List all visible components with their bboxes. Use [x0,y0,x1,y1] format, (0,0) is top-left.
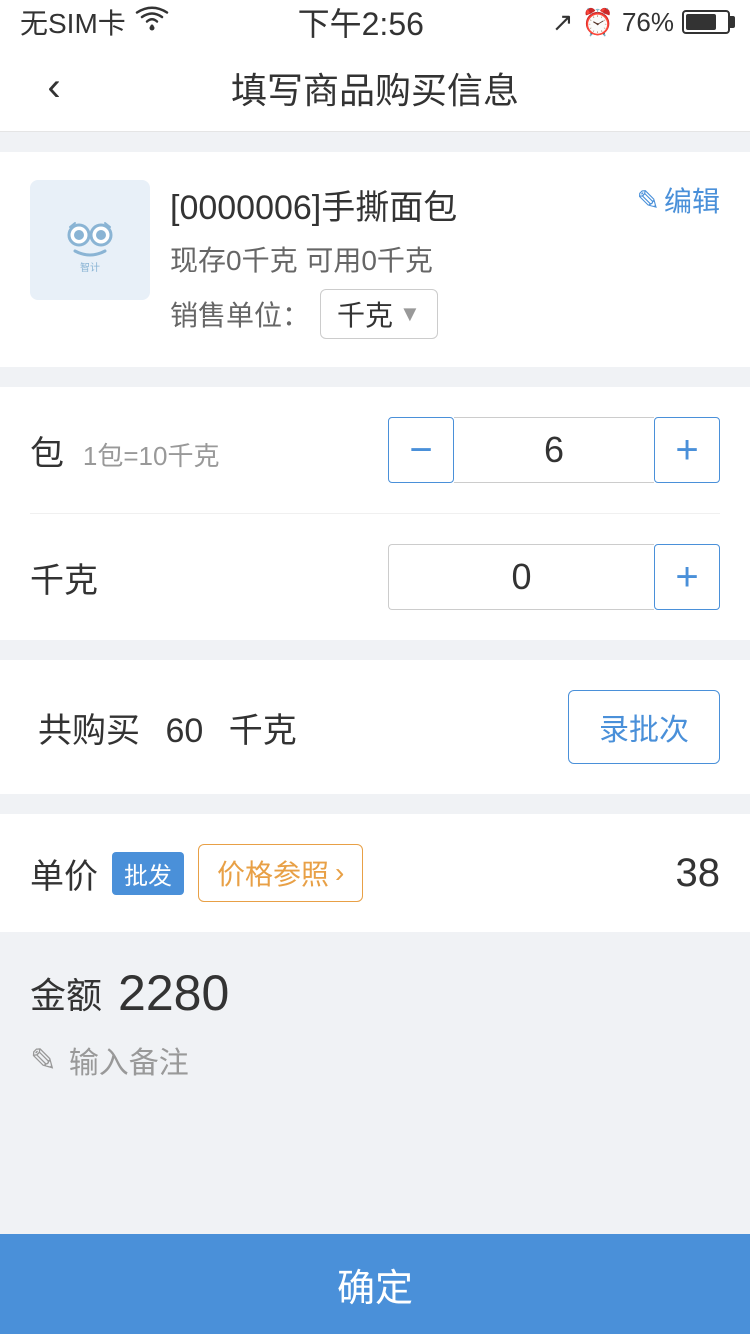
amount-label: 金额 [30,967,102,1019]
product-name: [0000006]手撕面包 [170,180,457,229]
alarm-icon: ⏰ [582,7,614,38]
product-section: 智计 [0000006]手撕面包 ✎ 编辑 现存0千克 可用0千克 销售单位： … [0,152,750,367]
amount-section: 金额 2280 ✎ 输入备注 [0,934,750,1112]
price-section: 单价 批发 价格参照 › 38 [0,814,750,932]
note-placeholder: 输入备注 [69,1038,189,1082]
edit-label: 编辑 [664,180,720,220]
decrement-bao-button[interactable]: − [388,417,454,483]
amount-row: 金额 2280 [30,964,720,1022]
unit-label: 销售单位： [170,294,310,334]
unit-dropdown-icon: ▼ [399,301,421,327]
quantity-control-bao: − + [388,417,720,483]
quantity-row-bao: 包 1包=10千克 − + [30,387,720,514]
spacer [0,1112,750,1232]
quantity-input-kg[interactable] [388,544,654,610]
total-text: 共购买 60 千克 [30,703,305,752]
back-button[interactable]: ‹ [24,58,84,118]
product-info: [0000006]手撕面包 ✎ 编辑 现存0千克 可用0千克 销售单位： 千克 … [170,180,720,339]
battery-icon [682,10,730,34]
status-left: 无SIM卡 [20,2,170,42]
quantity-label-kg: 千克 [30,553,98,602]
increment-bao-button[interactable]: + [654,417,720,483]
price-value: 38 [676,851,721,896]
unit-selector[interactable]: 千克 ▼ [320,289,438,339]
nav-bar: ‹ 填写商品购买信息 [0,44,750,132]
battery-percent: 76% [622,7,674,38]
carrier-text: 无SIM卡 [20,2,126,42]
status-bar: 无SIM卡 下午2:56 ↗ ⏰ 76% [0,0,750,44]
increment-kg-button[interactable]: + [654,544,720,610]
price-ref-label: 价格参照 [217,853,329,893]
status-right: ↗ ⏰ 76% [552,7,730,38]
svg-text:智计: 智计 [80,261,100,274]
total-section: 共购买 60 千克 录批次 [0,660,750,794]
quantity-hint-bao: 1包=10千克 [83,441,220,471]
wifi-icon [134,6,170,39]
note-icon: ✎ [30,1041,57,1079]
quantity-control-kg: + [388,544,720,610]
batch-button[interactable]: 录批次 [568,690,720,764]
status-time: 下午2:56 [298,0,424,45]
price-label-group: 单价 批发 价格参照 › [30,844,363,902]
price-ref-arrow: › [335,857,344,889]
product-stock: 现存0千克 可用0千克 [170,239,720,279]
edit-button[interactable]: ✎ 编辑 [637,180,720,220]
amount-value: 2280 [118,964,229,1022]
quantity-section: 包 1包=10千克 − + 千克 + [0,387,750,640]
price-tag: 批发 [112,852,184,895]
price-row: 单价 批发 价格参照 › 38 [30,844,720,902]
product-image: 智计 [30,180,150,300]
quantity-input-bao[interactable] [454,417,654,483]
edit-icon: ✎ [637,184,660,217]
quantity-label-bao: 包 1包=10千克 [30,426,219,475]
confirm-button[interactable]: 确定 [0,1234,750,1334]
price-label: 单价 [30,849,98,898]
page-title: 填写商品购买信息 [231,62,519,114]
quantity-row-kg: 千克 + [30,514,720,640]
product-thumbnail: 智计 [55,205,125,275]
price-ref-button[interactable]: 价格参照 › [198,844,363,902]
location-icon: ↗ [552,7,574,38]
note-row[interactable]: ✎ 输入备注 [30,1038,720,1082]
unit-value: 千克 [337,294,393,334]
